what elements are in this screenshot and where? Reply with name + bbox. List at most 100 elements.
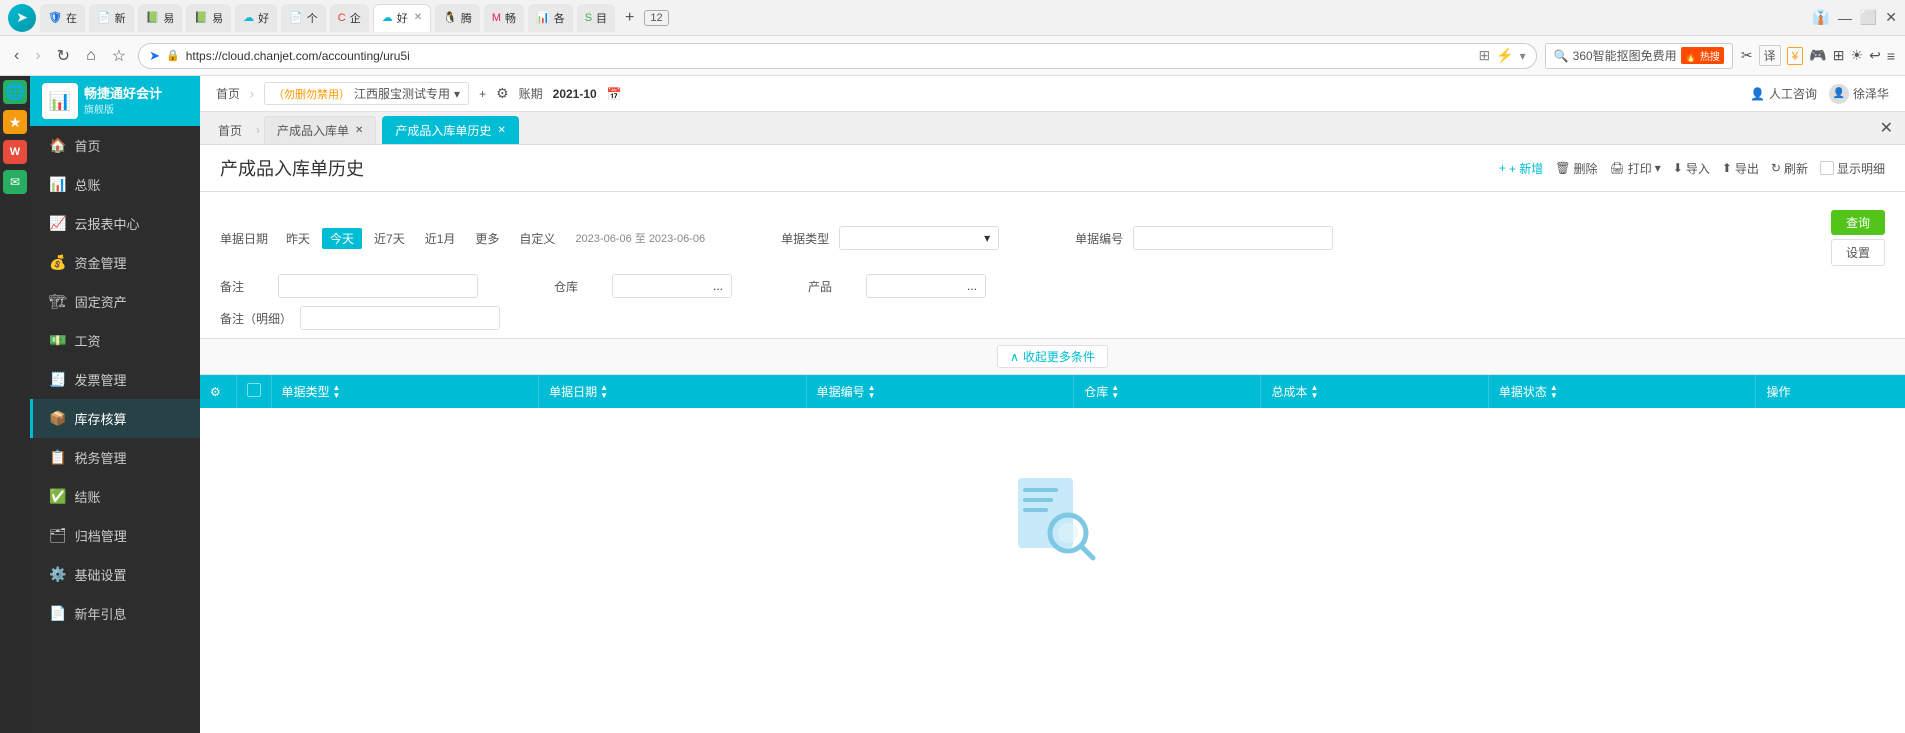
address-bar[interactable]: ➤ 🔒 https://cloud.chanjet.com/accounting… bbox=[138, 43, 1537, 69]
sidebar-item-invoice[interactable]: 🧾 发票管理 bbox=[30, 360, 200, 399]
date-tab-today[interactable]: 今天 bbox=[322, 228, 362, 249]
tab-8-close[interactable]: ✕ bbox=[414, 12, 422, 23]
currency-icon[interactable]: ¥ bbox=[1787, 47, 1804, 65]
tab-2[interactable]: 📄 新 bbox=[89, 4, 134, 32]
lightning-icon[interactable]: ⚡ bbox=[1496, 47, 1513, 64]
new-tab-btn[interactable]: + bbox=[619, 9, 640, 27]
delete-btn[interactable]: 🗑 删除 bbox=[1555, 160, 1597, 177]
tab-home[interactable]: 首页 bbox=[208, 118, 252, 143]
undo-icon[interactable]: ↩ bbox=[1869, 47, 1881, 64]
user-btn[interactable]: 👤 徐泽华 bbox=[1829, 84, 1889, 104]
display-checkbox[interactable] bbox=[1820, 161, 1834, 175]
forward-btn[interactable]: › bbox=[31, 45, 44, 67]
print-btn[interactable]: 🖨 打印 ▾ bbox=[1609, 160, 1660, 177]
restore-btn[interactable]: ⬜ bbox=[1860, 9, 1877, 26]
scissors-icon[interactable]: ✂ bbox=[1741, 47, 1753, 64]
tab-8-active[interactable]: ☁ 好 ✕ bbox=[373, 4, 431, 32]
app-icon-star[interactable]: ★ bbox=[3, 110, 27, 134]
grid-icon[interactable]: ⊞ bbox=[1479, 47, 1491, 64]
date-tab-7days[interactable]: 近7天 bbox=[366, 228, 413, 249]
th-number[interactable]: 单据编号 ▲▼ bbox=[806, 375, 1074, 408]
export-btn[interactable]: ⬆ 导出 bbox=[1722, 160, 1759, 177]
number-input[interactable] bbox=[1133, 226, 1333, 250]
sidebar-item-new[interactable]: 📄 新年引息 bbox=[30, 594, 200, 633]
th-checkbox[interactable] bbox=[236, 375, 271, 408]
date-tab-yesterday[interactable]: 昨天 bbox=[278, 228, 318, 249]
type-dropdown[interactable]: ▾ bbox=[839, 226, 999, 250]
brightness-icon[interactable]: ☀ bbox=[1851, 47, 1864, 64]
browser-nav-icon[interactable]: ➤ bbox=[8, 4, 36, 32]
app-icon-weibo[interactable]: W bbox=[3, 140, 27, 164]
date-tab-more[interactable]: 更多 bbox=[467, 228, 507, 249]
th-gear[interactable]: ⚙ bbox=[200, 375, 236, 408]
tab-11[interactable]: 📊 各 bbox=[528, 4, 573, 32]
tab-count-badge[interactable]: 12 bbox=[644, 10, 668, 26]
sidebar-item-home[interactable]: 🏠 首页 bbox=[30, 126, 200, 165]
th-warehouse[interactable]: 仓库 ▲▼ bbox=[1074, 375, 1261, 408]
date-tab-1month[interactable]: 近1月 bbox=[417, 228, 464, 249]
tab-3[interactable]: 📗 易 bbox=[138, 4, 183, 32]
service-btn[interactable]: 👤 人工咨询 bbox=[1750, 85, 1817, 102]
tab-6[interactable]: 📄 个 bbox=[281, 4, 326, 32]
sidebar-item-wages[interactable]: 💵 工资 bbox=[30, 321, 200, 360]
new-btn[interactable]: + + 新增 bbox=[1499, 160, 1543, 177]
sidebar-item-assets[interactable]: 🏗 固定资产 bbox=[30, 282, 200, 321]
sidebar-item-settings[interactable]: ⚙️ 基础设置 bbox=[30, 555, 200, 594]
add-company-btn[interactable]: + bbox=[479, 87, 486, 101]
query-btn[interactable]: 查询 bbox=[1831, 210, 1885, 235]
settings-gear-icon[interactable]: ⚙ bbox=[496, 85, 509, 102]
dropdown-arrow-icon[interactable]: ▾ bbox=[1520, 49, 1526, 63]
page-tab-list[interactable]: 产成品入库单 ✕ bbox=[264, 116, 376, 144]
th-status[interactable]: 单据状态 ▲▼ bbox=[1488, 375, 1756, 408]
translate-icon[interactable]: 译 bbox=[1759, 45, 1781, 66]
page-tab-history[interactable]: 产成品入库单历史 ✕ bbox=[382, 116, 518, 144]
display-detail-cb[interactable]: 显示明细 bbox=[1820, 160, 1885, 177]
sidebar-item-reports[interactable]: 📈 云报表中心 bbox=[30, 204, 200, 243]
sidebar-item-funds[interactable]: 💰 资金管理 bbox=[30, 243, 200, 282]
th-date[interactable]: 单据日期 ▲▼ bbox=[539, 375, 807, 408]
search-box[interactable]: 🔍 360智能抠图免费用 🔥 热搜 bbox=[1545, 43, 1733, 69]
note-detail-input[interactable] bbox=[300, 306, 500, 330]
sidebar-item-archive[interactable]: 🗂 归档管理 bbox=[30, 516, 200, 555]
back-btn[interactable]: ‹ bbox=[10, 45, 23, 67]
tab-12[interactable]: S 目 bbox=[577, 4, 615, 32]
import-btn[interactable]: ⬇ 导入 bbox=[1673, 160, 1710, 177]
app-icon-mail[interactable]: ✉ bbox=[3, 170, 27, 194]
shirt-icon[interactable]: 👔 bbox=[1812, 9, 1829, 26]
tab-4[interactable]: 📗 易 bbox=[186, 4, 231, 32]
sidebar-item-inventory[interactable]: 📦 库存核算 bbox=[30, 399, 200, 438]
breadcrumb-home[interactable]: 首页 bbox=[216, 85, 240, 102]
tab-10[interactable]: M 畅 bbox=[484, 4, 524, 32]
tab-5[interactable]: ☁ 好 bbox=[235, 4, 277, 32]
sidebar-item-ledger[interactable]: 📊 总账 bbox=[30, 165, 200, 204]
refresh-btn[interactable]: ↻ bbox=[53, 44, 74, 68]
note-input[interactable] bbox=[278, 274, 478, 298]
sidebar-item-checkout[interactable]: ✅ 结账 bbox=[30, 477, 200, 516]
gamepad-icon[interactable]: 🎮 bbox=[1809, 47, 1826, 64]
date-tab-custom[interactable]: 自定义 bbox=[511, 228, 563, 249]
refresh-action-btn[interactable]: ↻ 刷新 bbox=[1771, 160, 1808, 177]
close-btn[interactable]: ✕ bbox=[1885, 9, 1897, 26]
bookmark-btn[interactable]: ☆ bbox=[108, 44, 130, 68]
warehouse-dropdown[interactable]: ... bbox=[612, 274, 732, 298]
tab-9[interactable]: 🐧 腾 bbox=[435, 4, 480, 32]
calendar-icon[interactable]: 📅 bbox=[607, 87, 622, 101]
company-selector[interactable]: （勿删勿禁用） 江西服宝测试专用 ▾ bbox=[264, 82, 469, 105]
tab-history-close[interactable]: ✕ bbox=[497, 125, 505, 136]
tab-7[interactable]: C 企 bbox=[330, 4, 369, 32]
filter-settings-btn[interactable]: 设置 bbox=[1831, 239, 1885, 266]
minimize-btn[interactable]: — bbox=[1838, 10, 1852, 26]
collapse-btn[interactable]: ∧ 收起更多条件 bbox=[997, 345, 1108, 368]
checkbox-all[interactable] bbox=[247, 383, 261, 397]
tab-1[interactable]: 🛡 在 bbox=[40, 4, 85, 32]
app-icon-browser[interactable]: 🌐 bbox=[3, 80, 27, 104]
grid2-icon[interactable]: ⊞ bbox=[1833, 47, 1845, 64]
th-cost[interactable]: 总成本 ▲▼ bbox=[1261, 375, 1488, 408]
close-page-btn[interactable]: ✕ bbox=[1868, 114, 1905, 142]
th-type[interactable]: 单据类型 ▲▼ bbox=[271, 375, 539, 408]
home-btn[interactable]: ⌂ bbox=[82, 45, 100, 67]
product-dropdown[interactable]: ... bbox=[866, 274, 986, 298]
more-icon[interactable]: ≡ bbox=[1887, 48, 1895, 64]
tab-list-close[interactable]: ✕ bbox=[355, 125, 363, 136]
sidebar-item-tax[interactable]: 📋 税务管理 bbox=[30, 438, 200, 477]
